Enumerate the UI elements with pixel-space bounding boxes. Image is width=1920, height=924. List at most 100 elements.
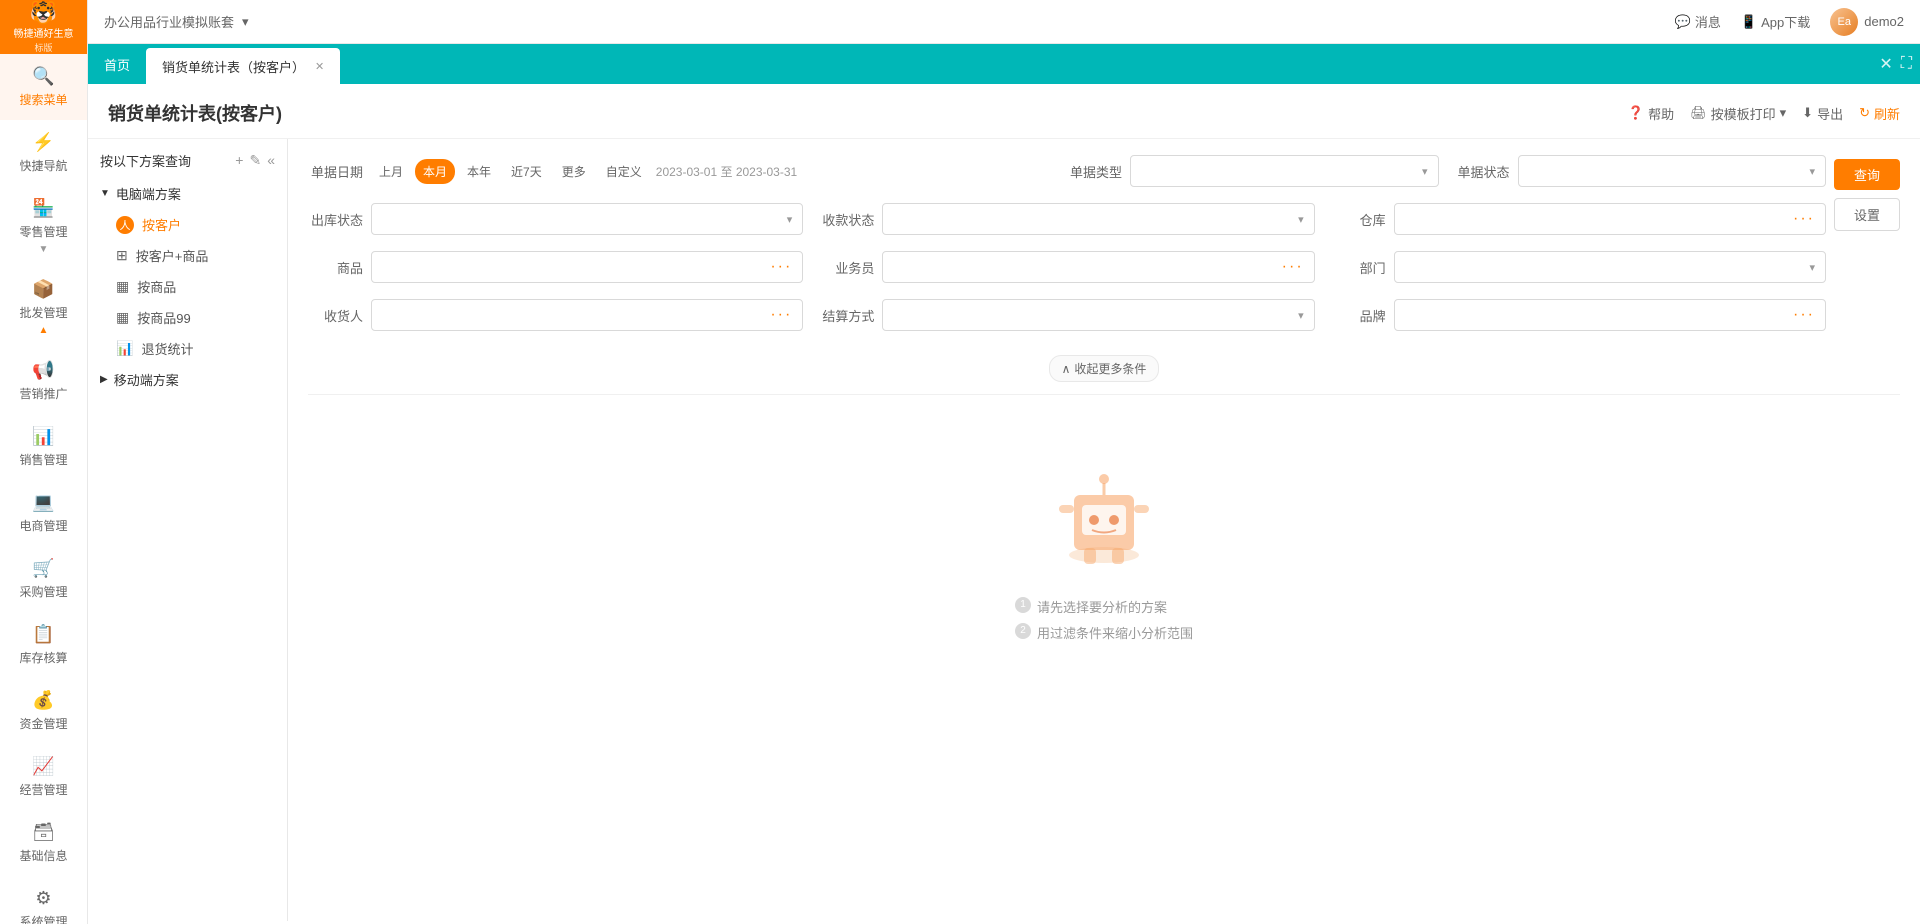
date-tab-custom[interactable]: 自定义 [598,159,650,184]
date-filter-control: 上月 本月 本年 近7天 更多 自定义 2023-03-01 至 20 [371,159,1051,184]
sidebar-item-label: 库存核算 [19,649,67,666]
settlement-label: 结算方式 [819,306,874,325]
order-status-input[interactable]: ▾ [1518,155,1827,187]
date-tab-more[interactable]: 更多 [554,159,594,184]
goods99-icon: ▦ [116,309,129,326]
refresh-button[interactable]: ↻ 刷新 [1859,104,1900,123]
tree-mobile-parent[interactable]: ▶ 移动端方案 [88,364,287,395]
message-button[interactable]: 💬 消息 [1675,12,1721,31]
user-profile-button[interactable]: Ea demo2 [1830,8,1904,36]
app-download-button[interactable]: 📱 App下载 [1741,12,1810,31]
sidebar-item-label: 批发管理 [19,304,67,321]
department-label: 部门 [1331,258,1386,277]
date-tab-7days[interactable]: 近7天 [503,159,550,184]
tree-item-by-customer[interactable]: 人 按客户 [88,209,287,240]
warehouse-input[interactable]: ··· [1394,203,1826,235]
sidebar-item-basics[interactable]: 🗃 基础信息 [0,810,88,876]
settlement-input[interactable]: ▾ [882,299,1314,331]
search-icon: 🔍 [32,66,54,87]
main-area: 办公用品行业模拟账套 ▾ 💬 消息 📱 App下载 Ea demo2 首页 [88,0,1920,924]
date-tab-this-month[interactable]: 本月 [415,159,455,184]
tip-2-text: 用过滤条件来缩小分析范围 [1037,621,1193,647]
app-subtitle: 标版 [34,41,52,54]
date-tab-this-year[interactable]: 本年 [459,159,499,184]
warehouse-label: 仓库 [1331,210,1386,229]
close-tab-button[interactable]: ✕ [1879,54,1892,74]
order-type-input[interactable]: ▾ [1130,155,1439,187]
date-label: 单据日期 [308,162,363,181]
tree-item-by-goods[interactable]: ▦ 按商品 [88,271,287,302]
tab-sales-stats[interactable]: 销货单统计表（按客户） ✕ [146,48,340,84]
filter-date: 单据日期 上月 本月 本年 近7天 更多 [308,159,1051,184]
sidebar-item-inventory[interactable]: 📋 库存核算 [0,612,88,678]
sidebar-item-purchase[interactable]: 🛒 采购管理 [0,546,88,612]
brand-input[interactable]: ··· [1394,299,1826,331]
logo-icon: 🐯 [30,0,57,26]
receiver-input[interactable]: ··· [371,299,803,331]
sidebar-item-marketing[interactable]: 📢 营销推广 [0,348,88,414]
quicknav-icon: ⚡ [32,132,54,153]
expand-icon: ▼ [39,244,49,255]
receipt-status-input[interactable]: ▾ [882,203,1314,235]
sidebar-item-retail[interactable]: 🏪 零售管理 ▼ [0,186,88,267]
sidebar-item-label: 电商管理 [19,517,67,534]
expand-icon-active: ▲ [39,325,49,336]
right-panel: 单据日期 上月 本月 本年 近7天 更多 [288,139,1920,921]
sidebar-item-quicknav[interactable]: ⚡ 快捷导航 [0,120,88,186]
collapse-button[interactable]: ∧ 收起更多条件 [1049,355,1160,382]
left-panel-title: 按以下方案查询 [100,151,191,170]
salesperson-input[interactable]: ··· [882,251,1314,283]
edit-scheme-button[interactable]: ✎ [249,152,261,169]
filter-receiver: 收货人 ··· [308,299,803,331]
receiver-label: 收货人 [308,306,363,325]
help-button[interactable]: ❓ 帮助 [1628,104,1674,123]
tree-item-customer-goods[interactable]: ⊞ 按客户+商品 [88,240,287,271]
sidebar-item-sales[interactable]: 📊 销售管理 [0,414,88,480]
out-status-input[interactable]: ▾ [371,203,803,235]
download-icon: 📱 [1741,14,1757,30]
tip-2: 2 用过滤条件来缩小分析范围 [1015,621,1193,647]
sidebar-item-label: 营销推广 [19,385,67,402]
purchase-icon: 🛒 [32,558,54,579]
goods-icon: ▦ [116,278,129,295]
maximize-tab-button[interactable]: ⛶ [1901,55,1912,73]
retail-icon: 🏪 [32,198,54,219]
brand-dots-icon: ··· [1793,306,1815,324]
refresh-label: 刷新 [1874,104,1900,123]
goods-input[interactable]: ··· [371,251,803,283]
user-avatar: Ea [1830,8,1858,36]
customer-goods-icon: ⊞ [116,247,128,264]
tree-item-label: 按商品99 [137,308,190,327]
tree-item-label: 按商品 [137,277,176,296]
export-button[interactable]: ⬇ 导出 [1802,104,1843,123]
breadcrumb-dropdown-icon[interactable]: ▾ [242,14,249,30]
sidebar-item-system[interactable]: ⚙ 系统管理 [0,876,88,924]
print-button[interactable]: 🖨 按模板打印 ▾ [1690,104,1786,123]
add-scheme-button[interactable]: + [235,152,243,169]
tree-item-return-stats[interactable]: 📊 退货统计 [88,333,287,364]
sidebar: 🐯 畅捷通好生意 标版 🔍 搜索菜单 ⚡ 快捷导航 🏪 零售管理 ▼ 📦 批发管… [0,0,88,924]
date-tab-last-month[interactable]: 上月 [371,159,411,184]
finance-icon: 💰 [32,690,54,711]
sidebar-item-wholesale[interactable]: 📦 批发管理 ▲ [0,267,88,348]
tab-close-icon[interactable]: ✕ [315,60,324,73]
tip-num-2: 2 [1015,623,1031,639]
collapse-panel-button[interactable]: « [267,152,275,169]
tree-desktop-parent[interactable]: ▼ 电脑端方案 [88,178,287,209]
settings-button[interactable]: 设置 [1834,198,1900,231]
department-input[interactable]: ▾ [1394,251,1826,283]
sidebar-item-business[interactable]: 📈 经营管理 [0,744,88,810]
customer-scheme-icon: 人 [116,216,134,234]
sidebar-item-finance[interactable]: 💰 资金管理 [0,678,88,744]
sidebar-item-search[interactable]: 🔍 搜索菜单 [0,54,88,120]
app-logo[interactable]: 🐯 畅捷通好生意 标版 [0,0,88,54]
breadcrumb: 办公用品行业模拟账套 ▾ [104,12,249,31]
tree-item-goods99[interactable]: ▦ 按商品99 [88,302,287,333]
sidebar-item-label: 系统管理 [19,913,67,924]
filter-out-status: 出库状态 ▾ [308,203,803,235]
basics-icon: 🗃 [32,822,55,843]
sidebar-item-ecommerce[interactable]: 💻 电商管理 [0,480,88,546]
query-button[interactable]: 查询 [1834,159,1900,190]
tab-home[interactable]: 首页 [88,44,146,84]
tree-arrow-icon: ▼ [100,188,110,199]
